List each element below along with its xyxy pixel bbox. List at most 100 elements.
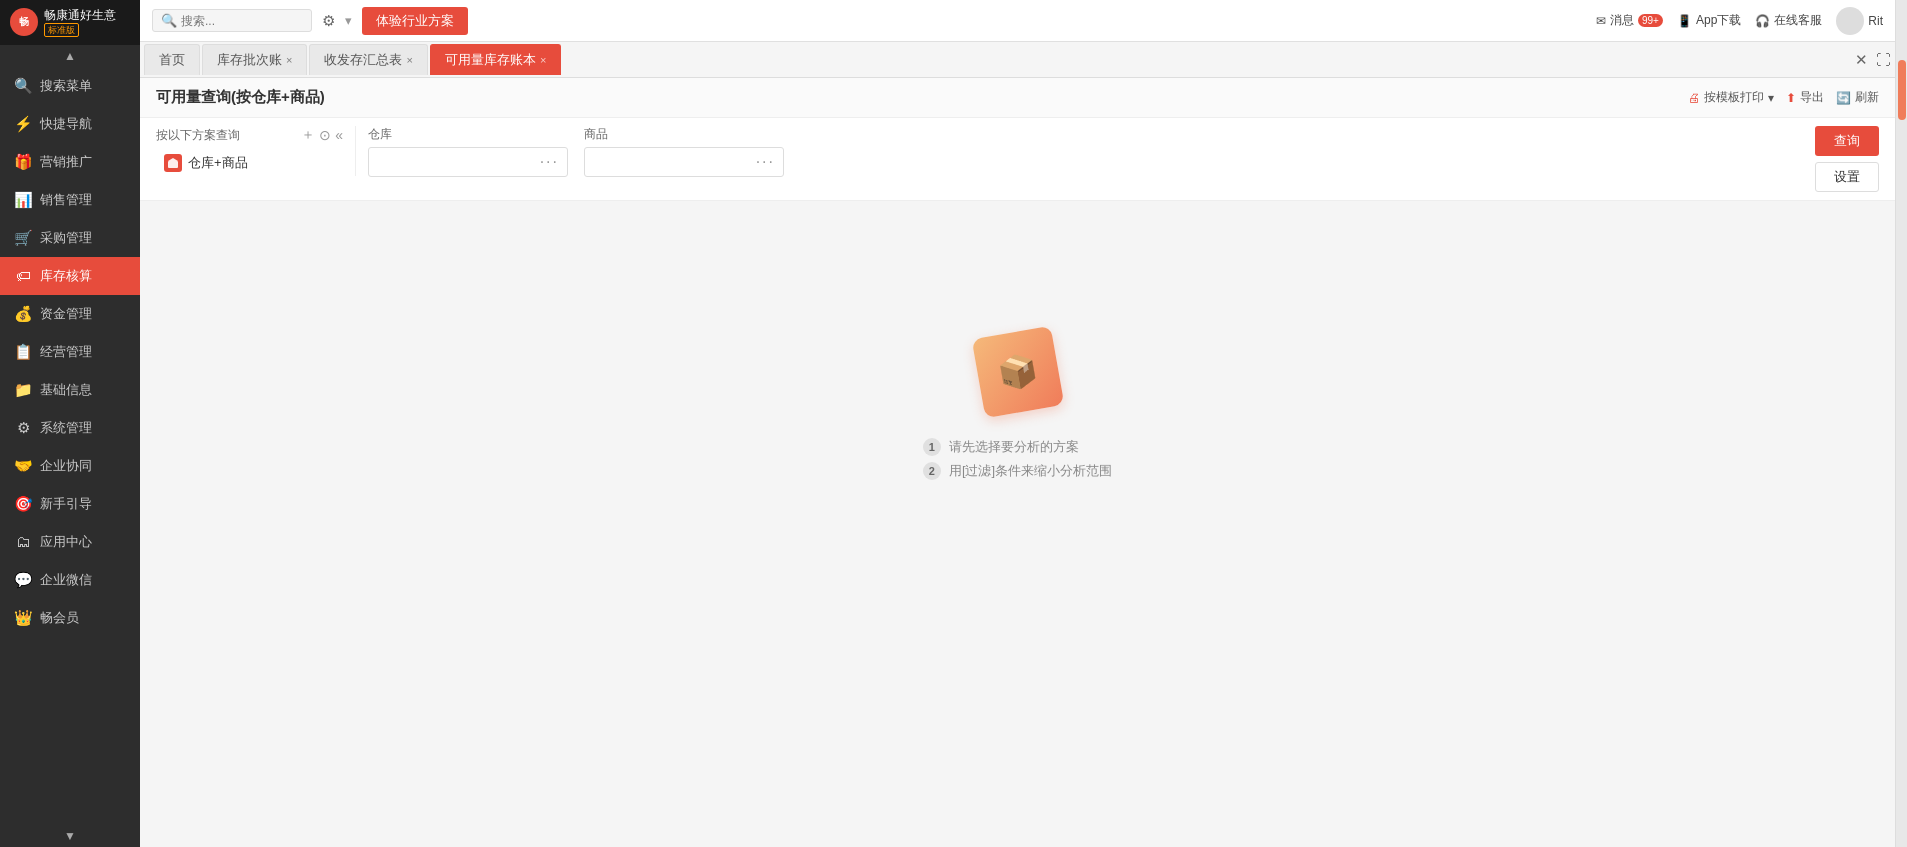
tabs-actions: ✕ ⛶ xyxy=(1855,51,1891,69)
tab-inventory-summary[interactable]: 收发存汇总表 × xyxy=(309,44,427,75)
apps-icon: 🗂 xyxy=(14,533,32,550)
topbar-search-box[interactable]: 🔍 xyxy=(152,9,312,32)
topbar-right: ✉ 消息 99+ 📱 App下载 🎧 在线客服 Rit xyxy=(1596,7,1883,35)
message-icon: ✉ xyxy=(1596,14,1606,28)
export-button[interactable]: ⬆ 导出 xyxy=(1786,89,1824,106)
inventory-icon: 🏷 xyxy=(14,267,32,284)
filter-settings-button[interactable]: 设置 xyxy=(1815,162,1879,192)
sidebar-item-operations[interactable]: 📋 经营管理 xyxy=(0,333,140,371)
app-download-button[interactable]: 📱 App下载 xyxy=(1677,12,1741,29)
tab-available-inventory-label: 可用量库存账本 xyxy=(445,51,536,69)
warehouse-dots-icon: ··· xyxy=(540,153,559,171)
filter-panel: 按以下方案查询 ＋ ⊙ « 仓库+商品 xyxy=(140,118,1895,201)
tabs-bar: 首页 库存批次账 × 收发存汇总表 × 可用量库存账本 × ✕ ⛶ xyxy=(140,42,1895,78)
system-icon: ⚙ xyxy=(14,419,32,437)
finance-icon: 💰 xyxy=(14,305,32,323)
print-dropdown-icon: ▾ xyxy=(1768,91,1774,105)
scheme-settings-button[interactable]: ⊙ xyxy=(319,126,331,144)
basic-icon: 📁 xyxy=(14,381,32,399)
svg-marker-1 xyxy=(168,158,178,161)
search-icon: 🔍 xyxy=(161,13,177,28)
sidebar-item-sales[interactable]: 📊 销售管理 xyxy=(0,181,140,219)
goods-filter-input[interactable]: ··· xyxy=(584,147,784,177)
sidebar: 畅 畅康通好生意 标准版 ▲ 🔍 搜索菜单 ⚡ 快捷导航 🎁 营销推广 📊 销售… xyxy=(0,0,140,847)
filter-scheme-header: 按以下方案查询 ＋ ⊙ « xyxy=(156,126,343,144)
marketing-icon: 🎁 xyxy=(14,153,32,171)
sidebar-subtitle: 标准版 xyxy=(44,24,116,37)
sidebar-item-enterprise[interactable]: 🤝 企业协同 xyxy=(0,447,140,485)
sidebar-scroll-up[interactable]: ▲ xyxy=(0,45,140,67)
svg-rect-0 xyxy=(168,161,178,168)
tab-inventory-summary-label: 收发存汇总表 xyxy=(324,51,402,69)
member-icon: 👑 xyxy=(14,609,32,627)
tab-batch-account-close[interactable]: × xyxy=(286,55,292,66)
print-button[interactable]: 🖨 按模板打印 ▾ xyxy=(1688,89,1774,106)
refresh-button[interactable]: 🔄 刷新 xyxy=(1836,89,1879,106)
topbar-search-input[interactable] xyxy=(181,14,301,28)
dropdown-arrow-icon: ▾ xyxy=(345,13,352,28)
sidebar-item-apps[interactable]: 🗂 应用中心 xyxy=(0,523,140,561)
page-header: 可用量查询(按仓库+商品) 🖨 按模板打印 ▾ ⬆ 导出 🔄 刷新 xyxy=(140,78,1895,118)
refresh-icon: 🔄 xyxy=(1836,91,1851,105)
filter-scheme-panel: 按以下方案查询 ＋ ⊙ « 仓库+商品 xyxy=(156,126,356,176)
tab-home[interactable]: 首页 xyxy=(144,44,200,75)
empty-message-2-text: 用[过滤]条件来缩小分析范围 xyxy=(949,462,1112,480)
goods-filter-field: 商品 ··· xyxy=(584,126,784,177)
online-service-button[interactable]: 🎧 在线客服 xyxy=(1755,12,1822,29)
empty-msg-num-1: 1 xyxy=(923,438,941,456)
sidebar-item-system[interactable]: ⚙ 系统管理 xyxy=(0,409,140,447)
print-icon: 🖨 xyxy=(1688,91,1700,105)
page-header-actions: 🖨 按模板打印 ▾ ⬆ 导出 🔄 刷新 xyxy=(1688,89,1879,106)
tab-available-inventory-close[interactable]: × xyxy=(540,55,546,66)
filter-actions: 查询 设置 xyxy=(1815,126,1879,192)
filter-scheme-actions: ＋ ⊙ « xyxy=(301,126,343,144)
sidebar-item-shortcut[interactable]: ⚡ 快捷导航 xyxy=(0,105,140,143)
export-icon: ⬆ xyxy=(1786,91,1796,105)
sidebar-title: 畅康通好生意 xyxy=(44,8,116,24)
sidebar-item-purchase[interactable]: 🛒 采购管理 xyxy=(0,219,140,257)
sidebar-item-newbie[interactable]: 🎯 新手引导 xyxy=(0,485,140,523)
sidebar-item-inventory[interactable]: 🏷 库存核算 xyxy=(0,257,140,295)
expand-button[interactable]: ⛶ xyxy=(1876,51,1891,68)
sidebar-item-search[interactable]: 🔍 搜索菜单 xyxy=(0,67,140,105)
tab-inventory-summary-close[interactable]: × xyxy=(406,55,412,66)
warehouse-filter-input[interactable]: ··· xyxy=(368,147,568,177)
warehouse-filter-field: 仓库 ··· xyxy=(368,126,568,177)
empty-message-1-text: 请先选择要分析的方案 xyxy=(949,438,1079,456)
sidebar-item-basic[interactable]: 📁 基础信息 xyxy=(0,371,140,409)
warehouse-goods-label: 仓库+商品 xyxy=(188,154,248,172)
warehouse-filter-label: 仓库 xyxy=(368,126,568,143)
sidebar-header: 畅 畅康通好生意 标准版 xyxy=(0,0,140,45)
sidebar-item-marketing[interactable]: 🎁 营销推广 xyxy=(0,143,140,181)
headset-icon: 🎧 xyxy=(1755,14,1770,28)
add-scheme-button[interactable]: ＋ xyxy=(301,126,315,144)
query-button[interactable]: 查询 xyxy=(1815,126,1879,156)
sidebar-scroll-down[interactable]: ▼ xyxy=(0,825,140,847)
enterprise-icon: 🤝 xyxy=(14,457,32,475)
filter-scheme-item-warehouse-goods[interactable]: 仓库+商品 xyxy=(156,150,343,176)
avatar xyxy=(1836,7,1864,35)
page-title: 可用量查询(按仓库+商品) xyxy=(156,88,325,107)
sidebar-item-member[interactable]: 👑 畅会员 xyxy=(0,599,140,637)
sidebar-item-finance[interactable]: 💰 资金管理 xyxy=(0,295,140,333)
wechat-icon: 💬 xyxy=(14,571,32,589)
sidebar-logo: 畅 xyxy=(10,8,38,36)
trial-button[interactable]: 体验行业方案 xyxy=(362,7,468,35)
right-scrollbar[interactable] xyxy=(1895,0,1907,847)
message-button[interactable]: ✉ 消息 99+ xyxy=(1596,12,1663,29)
user-avatar[interactable]: Rit xyxy=(1836,7,1883,35)
tab-batch-account[interactable]: 库存批次账 × xyxy=(202,44,307,75)
phone-icon: 📱 xyxy=(1677,14,1692,28)
warehouse-scheme-icon xyxy=(164,154,182,172)
empty-box-icon: 📦 xyxy=(971,326,1064,419)
collapse-scheme-button[interactable]: « xyxy=(335,126,343,144)
topbar: 🔍 ⚙ ▾ 体验行业方案 ✉ 消息 99+ 📱 App下载 🎧 在线客服 Rit xyxy=(140,0,1895,42)
settings-icon[interactable]: ⚙ xyxy=(322,12,335,30)
main-area: 🔍 ⚙ ▾ 体验行业方案 ✉ 消息 99+ 📱 App下载 🎧 在线客服 Rit xyxy=(140,0,1895,847)
empty-icon: 📦 xyxy=(968,322,1068,422)
newbie-icon: 🎯 xyxy=(14,495,32,513)
empty-face-icon: 📦 xyxy=(995,350,1041,394)
tab-available-inventory[interactable]: 可用量库存账本 × xyxy=(430,44,561,75)
sidebar-item-wechat[interactable]: 💬 企业微信 xyxy=(0,561,140,599)
close-tab-button[interactable]: ✕ xyxy=(1855,51,1868,69)
